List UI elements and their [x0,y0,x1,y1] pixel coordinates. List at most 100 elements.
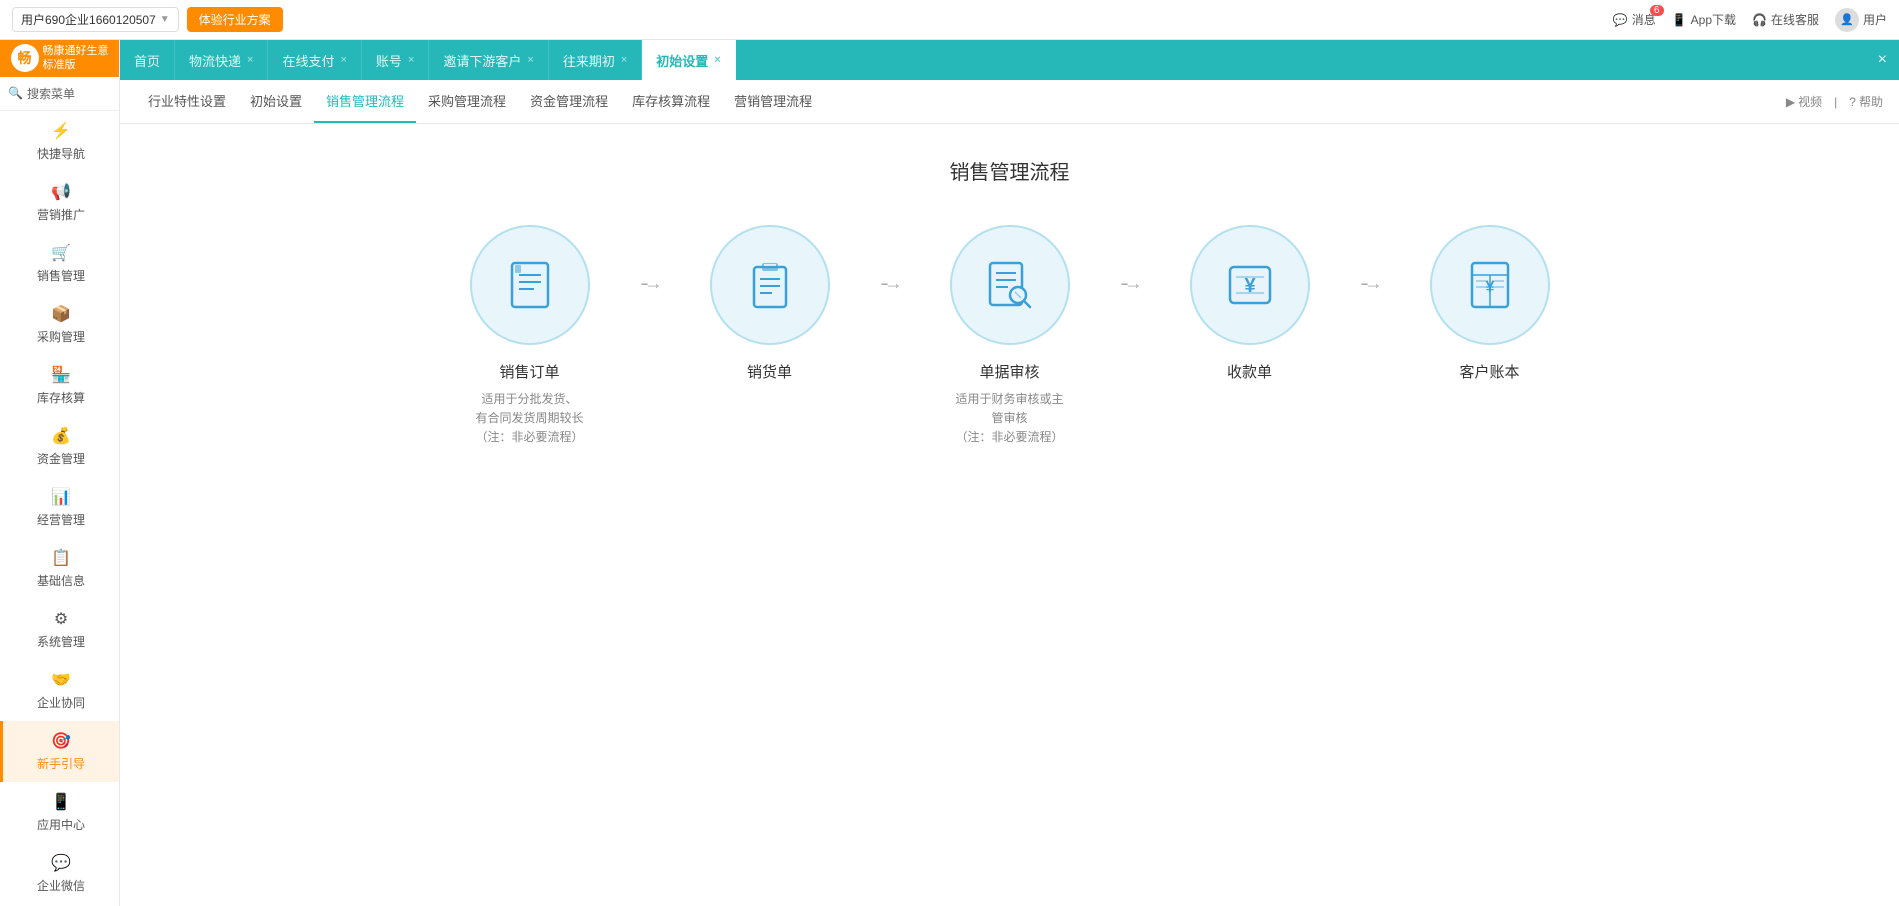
header-right: 💬 消息 6 📱 App下载 🎧 在线客服 👤 用户 [1613,8,1887,32]
sidebar-item-app-center[interactable]: 📱应用中心 [0,782,119,843]
flow-step-title-document-review: 单据审核 [979,361,1039,382]
play-icon: ▶ [1786,95,1795,109]
sidebar-items: ⚡快捷导航 📢 营销推广 🛒销售管理 📦 采购管理 🏪库存核算💰资金管理 📊 经营管理 📋 基础信息… [0,111,119,906]
message-item[interactable]: 💬 消息 6 [1613,11,1656,28]
sub-tab-purchase-flow[interactable]: 采购管理流程 [416,80,518,123]
sidebar: 畅 畅康通好生意 标准版 🔍 搜索菜单 ⚡快捷导航 📢 营销推广 🛒销售管理 📦 采购管理… [0,40,120,906]
sidebar-item-label: 基础信息 [37,572,85,589]
sidebar-item-enterprise-coop[interactable]: 🤝企业协同 [0,660,119,721]
nav-tab-label: 账号 [376,51,402,70]
sidebar-item-label: 新手引导 [37,755,85,772]
flow-circle-sales-order[interactable] [470,225,590,345]
flow-step-document-review: 单据审核适用于财务审核或主管审核（注：非必要流程） [920,225,1100,448]
user-selector[interactable]: 用户690企业1660120507 ▼ [12,7,179,32]
customer-service-item[interactable]: 🎧 在线客服 [1752,11,1819,28]
sidebar-item-marketing-promo[interactable]: 📢 营销推广 [0,172,119,233]
flow-step-title-customer-account: 客户账本 [1459,361,1519,382]
sidebar-item-inventory[interactable]: 🏪库存核算 [0,355,119,416]
nav-tab-initial-settings[interactable]: 初始设置 × [642,40,735,80]
sub-tab-capital-flow[interactable]: 资金管理流程 [518,80,620,123]
main-layout: 畅 畅康通好生意 标准版 🔍 搜索菜单 ⚡快捷导航 📢 营销推广 🛒销售管理 📦 采购管理… [0,40,1899,906]
sidebar-item-purchase-mgmt[interactable]: 📦 采购管理 [0,294,119,355]
close-tab-icon[interactable]: × [527,54,533,66]
flow-arrow-1: --→ [860,225,920,294]
close-tab-icon[interactable]: × [714,54,720,66]
nav-tab-home[interactable]: 首页 [120,40,175,80]
sidebar-item-label: 营销推广 [37,206,85,223]
sub-tab-industry-settings[interactable]: 行业特性设置 [136,80,238,123]
message-icon: 💬 [1613,13,1628,27]
flow-step-title-sales-invoice: 销货单 [747,361,792,382]
sidebar-item-capital-mgmt[interactable]: 💰资金管理 [0,416,119,477]
flow-circle-receipt[interactable]: ¥ [1190,225,1310,345]
sidebar-item-basic-info[interactable]: 📋 基础信息 [0,538,119,599]
nav-tab-period-init[interactable]: 往来期初 × [549,40,642,80]
nav-tab-online-pay[interactable]: 在线支付× [268,40,361,80]
new-guide-icon: 🎯 [51,731,71,751]
sidebar-item-label: 库存核算 [37,389,85,406]
help-icon: ? [1849,95,1856,109]
flow-circle-customer-account[interactable]: ¥ [1430,225,1550,345]
video-link[interactable]: ▶ 视频 [1786,93,1822,110]
sidebar-item-sys-mgmt[interactable]: ⚙系统管理 [0,599,119,660]
sidebar-item-sales-mgmt[interactable]: 🛒销售管理 [0,233,119,294]
experience-btn[interactable]: 体验行业方案 [187,7,283,32]
enterprise-wechat-icon: 💬 [51,853,71,873]
user-profile-label: 用户 [1863,11,1887,28]
sub-tab-marketing-flow[interactable]: 营销管理流程 [722,80,824,123]
nav-tab-invite-customer[interactable]: 邀请下游客户 × [429,40,548,80]
dropdown-arrow-icon: ▼ [160,14,170,25]
sales-mgmt-icon: 🛒 [51,243,71,263]
flow-arrow-2: --→ [1100,225,1160,294]
sidebar-search[interactable]: 🔍 搜索菜单 [0,77,119,111]
user-profile-item[interactable]: 👤 用户 [1835,8,1887,32]
main-area: 首页物流快递×在线支付× 账号 × 邀请下游客户 × 往来期初 × 初始设置 × × 行业特性设… [120,40,1899,906]
sidebar-item-enterprise-wechat[interactable]: 💬企业微信 [0,843,119,904]
sidebar-item-label: 资金管理 [37,450,85,467]
marketing-promo-icon: 📢 [51,182,71,202]
nav-tab-label: 首页 [134,51,160,70]
sub-tab-sales-flow[interactable]: 销售管理流程 [314,80,416,123]
flow-circle-sales-invoice[interactable] [710,225,830,345]
message-badge: 6 [1650,5,1664,16]
close-tab-icon[interactable]: × [340,54,346,66]
sub-tab-label: 采购管理流程 [428,91,506,110]
sub-tab-label: 初始设置 [250,91,302,110]
basic-info-icon: 📋 [51,548,71,568]
sidebar-item-label: 企业协同 [37,694,85,711]
sidebar-item-quick-nav[interactable]: ⚡快捷导航 [0,111,119,172]
flow-circle-document-review[interactable] [950,225,1070,345]
app-download-label: App下载 [1691,11,1736,28]
app-center-icon: 📱 [51,792,71,812]
flow-step-desc-sales-order: 适用于分批发货、有合同发货周期较长（注：非必要流程） [475,390,583,448]
purchase-mgmt-icon: 📦 [51,304,71,324]
avatar: 👤 [1835,8,1859,32]
sidebar-item-label: 经营管理 [37,511,85,528]
app-download-item[interactable]: 📱 App下载 [1672,11,1736,28]
sidebar-item-operations-mgmt[interactable]: 📊 经营管理 [0,477,119,538]
close-tab-icon[interactable]: × [247,54,253,66]
search-icon: 🔍 [8,86,23,100]
nav-tab-label: 邀请下游客户 [443,51,521,70]
nav-tab-label: 往来期初 [563,51,615,70]
nav-tab-label: 初始设置 [656,51,708,70]
flow-diagram: 销售订单适用于分批发货、有合同发货周期较长（注：非必要流程） --→ 销货单 --→… [120,205,1899,488]
sub-tab-inventory-flow[interactable]: 库存核算流程 [620,80,722,123]
flow-step-title-sales-order: 销售订单 [499,361,559,382]
header-left: 用户690企业1660120507 ▼ 体验行业方案 [12,7,283,32]
help-link[interactable]: ? 帮助 [1849,93,1883,110]
close-tab-icon[interactable]: × [621,54,627,66]
sidebar-item-new-guide[interactable]: 🎯 新手引导 [0,721,119,782]
nav-tab-account[interactable]: 账号 × [362,40,429,80]
flow-step-desc-document-review: 适用于财务审核或主管审核（注：非必要流程） [955,390,1063,448]
close-tab-icon[interactable]: × [408,54,414,66]
nav-tab-logistics[interactable]: 物流快递× [175,40,268,80]
sidebar-item-label: 采购管理 [37,328,85,345]
operations-mgmt-icon: 📊 [51,487,71,507]
sidebar-logo: 畅 畅康通好生意 标准版 [0,40,119,77]
app-download-icon: 📱 [1672,13,1687,27]
sub-tab-initial-setup[interactable]: 初始设置 [238,80,314,123]
close-all-tabs-btn[interactable]: × [1866,40,1899,80]
flow-arrow-0: --→ [620,225,680,294]
sub-tab-label: 库存核算流程 [632,91,710,110]
